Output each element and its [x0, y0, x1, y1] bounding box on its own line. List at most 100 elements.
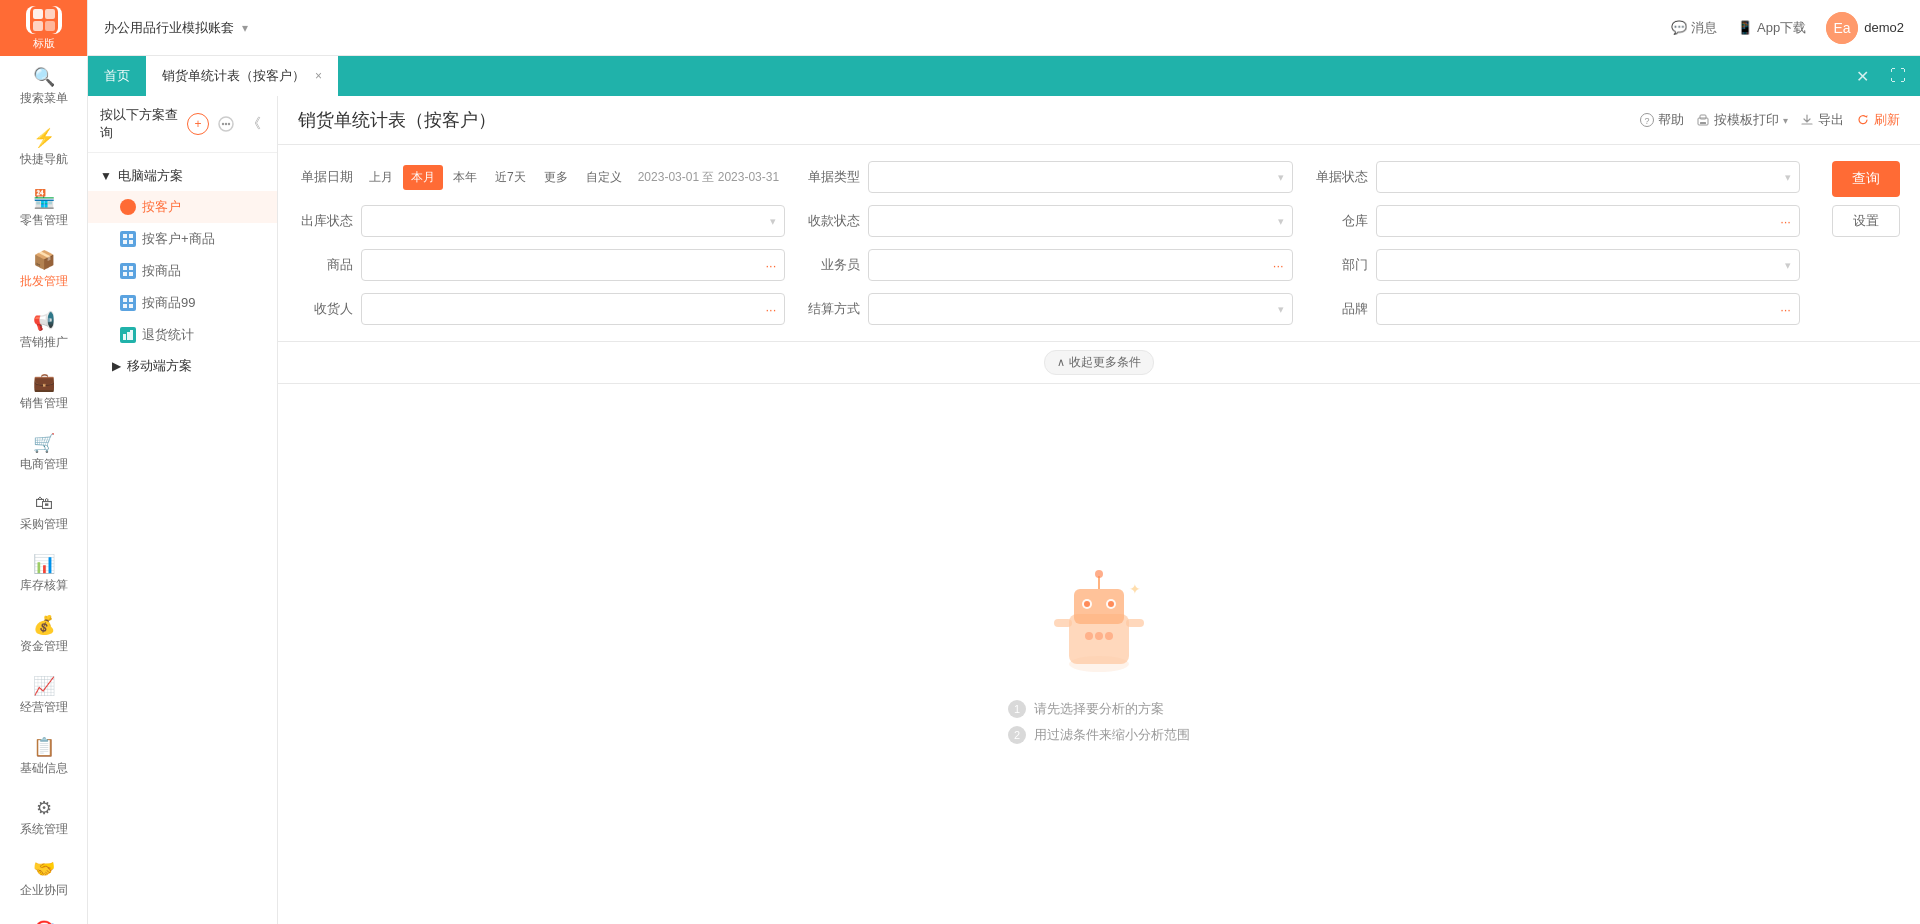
- refresh-button[interactable]: 刷新: [1856, 111, 1900, 129]
- out-status-select[interactable]: ▾: [361, 205, 785, 237]
- template-print-button[interactable]: 按模板打印 ▾: [1696, 111, 1788, 129]
- warehouse-select[interactable]: ···: [1376, 205, 1800, 237]
- sidebar-item-ecommerce[interactable]: 🛒 电商管理: [0, 422, 87, 483]
- scheme-item-by-customer-goods[interactable]: 按客户+商品: [88, 223, 277, 255]
- scheme-panel: 按以下方案查询 + 《 ▼ 电脑端方案 按: [88, 96, 278, 924]
- page-title: 销货单统计表（按客户）: [298, 108, 496, 144]
- svg-point-38: [1095, 570, 1103, 578]
- svg-rect-1: [45, 9, 55, 19]
- goods-ellipsis-icon: ···: [765, 258, 776, 273]
- message-button[interactable]: 💬 消息: [1671, 19, 1717, 37]
- newbie-icon: 🎯: [33, 919, 55, 924]
- svg-point-8: [225, 123, 227, 125]
- template-print-arrow-icon: ▾: [1783, 115, 1788, 126]
- sidebar-item-business[interactable]: 📈 经营管理: [0, 665, 87, 726]
- export-button[interactable]: 导出: [1800, 111, 1844, 129]
- sidebar-item-marketing[interactable]: 📢 营销推广: [0, 300, 87, 361]
- tab-home[interactable]: 首页: [88, 56, 146, 96]
- scheme-item-by-goods-99[interactable]: 按商品99: [88, 287, 277, 319]
- sidebar: 标版 🔍 搜索菜单 ⚡ 快捷导航 🏪 零售管理 📦 批发管理 📢 营销推广 💼 …: [0, 0, 88, 924]
- svg-rect-2: [33, 21, 43, 31]
- sales-icon: 💼: [33, 371, 55, 393]
- sidebar-item-search[interactable]: 🔍 搜索菜单: [0, 56, 87, 117]
- sidebar-item-enterprise[interactable]: 🤝 企业协同: [0, 848, 87, 909]
- step-2-num: 2: [1008, 726, 1026, 744]
- sidebar-item-newbie[interactable]: 🎯 新手引导: [0, 909, 87, 924]
- date-tab-this-month[interactable]: 本月: [403, 165, 443, 190]
- step-1-num: 1: [1008, 700, 1026, 718]
- scheme-item-by-customer[interactable]: 按客户: [88, 191, 277, 223]
- order-type-label: 单据类型: [805, 168, 860, 186]
- scheme-item-return-stats[interactable]: 退货统计: [88, 319, 277, 351]
- export-label: 导出: [1818, 111, 1844, 129]
- department-select[interactable]: ▾: [1376, 249, 1800, 281]
- svg-rect-16: [123, 272, 127, 276]
- svg-rect-23: [127, 332, 130, 340]
- svg-rect-32: [1074, 589, 1124, 624]
- goods-select[interactable]: ···: [361, 249, 785, 281]
- sidebar-item-basic[interactable]: 📋 基础信息: [0, 726, 87, 787]
- svg-text:Ea: Ea: [1834, 20, 1851, 36]
- button-group: 查询 设置: [1816, 161, 1900, 237]
- settlement-select[interactable]: ▾: [868, 293, 1292, 325]
- scheme-fold-icon[interactable]: 《: [243, 113, 265, 135]
- user-area[interactable]: Ea demo2: [1826, 12, 1904, 44]
- salesperson-select[interactable]: ···: [868, 249, 1292, 281]
- system-icon: ⚙: [36, 797, 52, 819]
- sidebar-item-purchase[interactable]: 🛍 采购管理: [0, 483, 87, 543]
- help-button[interactable]: ? 帮助: [1640, 111, 1684, 129]
- scheme-item-by-customer-goods-label: 按客户+商品: [142, 230, 215, 248]
- topbar-title: 办公用品行业模拟账套: [104, 19, 234, 37]
- date-tab-last-month[interactable]: 上月: [361, 165, 401, 190]
- recipient-select[interactable]: ···: [361, 293, 785, 325]
- topbar-dropdown-icon[interactable]: ▾: [242, 21, 248, 35]
- scheme-group-desktop-header[interactable]: ▼ 电脑端方案: [88, 161, 277, 191]
- tab-close-all-icon[interactable]: ✕: [1848, 62, 1876, 90]
- sidebar-item-retail[interactable]: 🏪 零售管理: [0, 178, 87, 239]
- filter-cell-warehouse: 仓库 ···: [1313, 205, 1800, 237]
- order-status-select[interactable]: ▾: [1376, 161, 1800, 193]
- date-tab-custom[interactable]: 自定义: [578, 165, 630, 190]
- message-icon: 💬: [1671, 20, 1687, 35]
- topbar: 办公用品行业模拟账套 ▾ 💬 消息 📱 App下载 Ea demo2: [88, 0, 1920, 56]
- sidebar-item-wholesale[interactable]: 📦 批发管理: [0, 239, 87, 300]
- logo-icon: [26, 6, 62, 34]
- salesperson-label: 业务员: [805, 256, 860, 274]
- tab-close-icon[interactable]: ×: [315, 69, 322, 83]
- scheme-edit-icon[interactable]: [215, 113, 237, 135]
- main-content: 销货单统计表（按客户） ? 帮助 按模板打印 ▾ 导出: [278, 96, 1920, 924]
- settings-button[interactable]: 设置: [1832, 205, 1900, 237]
- date-tab-more[interactable]: 更多: [536, 165, 576, 190]
- scheme-item-by-goods[interactable]: 按商品: [88, 255, 277, 287]
- filter-cell-recipient: 收货人 ···: [298, 293, 785, 325]
- sidebar-item-quick-nav[interactable]: ⚡ 快捷导航: [0, 117, 87, 178]
- sidebar-item-label-business: 经营管理: [20, 699, 68, 716]
- collapse-button[interactable]: ∧ 收起更多条件: [1044, 350, 1154, 375]
- order-type-select[interactable]: ▾: [868, 161, 1292, 193]
- sidebar-item-system[interactable]: ⚙ 系统管理: [0, 787, 87, 848]
- date-tab-7days[interactable]: 近7天: [487, 165, 534, 190]
- sidebar-item-finance[interactable]: 💰 资金管理: [0, 604, 87, 665]
- sidebar-nav: 🔍 搜索菜单 ⚡ 快捷导航 🏪 零售管理 📦 批发管理 📢 营销推广 💼 销售管…: [0, 56, 87, 924]
- scheme-add-button[interactable]: +: [187, 113, 209, 135]
- query-button[interactable]: 查询: [1832, 161, 1900, 197]
- tab-maximize-icon[interactable]: ⛶: [1884, 62, 1912, 90]
- empty-step-2: 2 用过滤条件来缩小分析范围: [1008, 726, 1190, 744]
- svg-rect-22: [123, 334, 126, 340]
- filter-cell-order-type: 单据类型 ▾: [805, 161, 1292, 193]
- sidebar-item-inventory[interactable]: 📊 库存核算: [0, 543, 87, 604]
- brand-select[interactable]: ···: [1376, 293, 1800, 325]
- filter-cell-brand: 品牌 ···: [1313, 293, 1800, 325]
- sidebar-item-label-marketing: 营销推广: [20, 334, 68, 351]
- sidebar-item-label-system: 系统管理: [20, 821, 68, 838]
- scheme-group-mobile-label: 移动端方案: [127, 357, 192, 375]
- page-header: 销货单统计表（按客户） ? 帮助 按模板打印 ▾ 导出: [278, 96, 1920, 145]
- receipt-status-select[interactable]: ▾: [868, 205, 1292, 237]
- sidebar-item-sales[interactable]: 💼 销售管理: [0, 361, 87, 422]
- filter-row-3: 商品 ··· 业务员 ···: [298, 249, 1800, 281]
- app-download-button[interactable]: 📱 App下载: [1737, 19, 1806, 37]
- date-tab-this-year[interactable]: 本年: [445, 165, 485, 190]
- scheme-group-mobile[interactable]: ▶ 移动端方案: [88, 351, 277, 381]
- tab-sales-stat[interactable]: 销货单统计表（按客户） ×: [146, 56, 338, 96]
- basic-icon: 📋: [33, 736, 55, 758]
